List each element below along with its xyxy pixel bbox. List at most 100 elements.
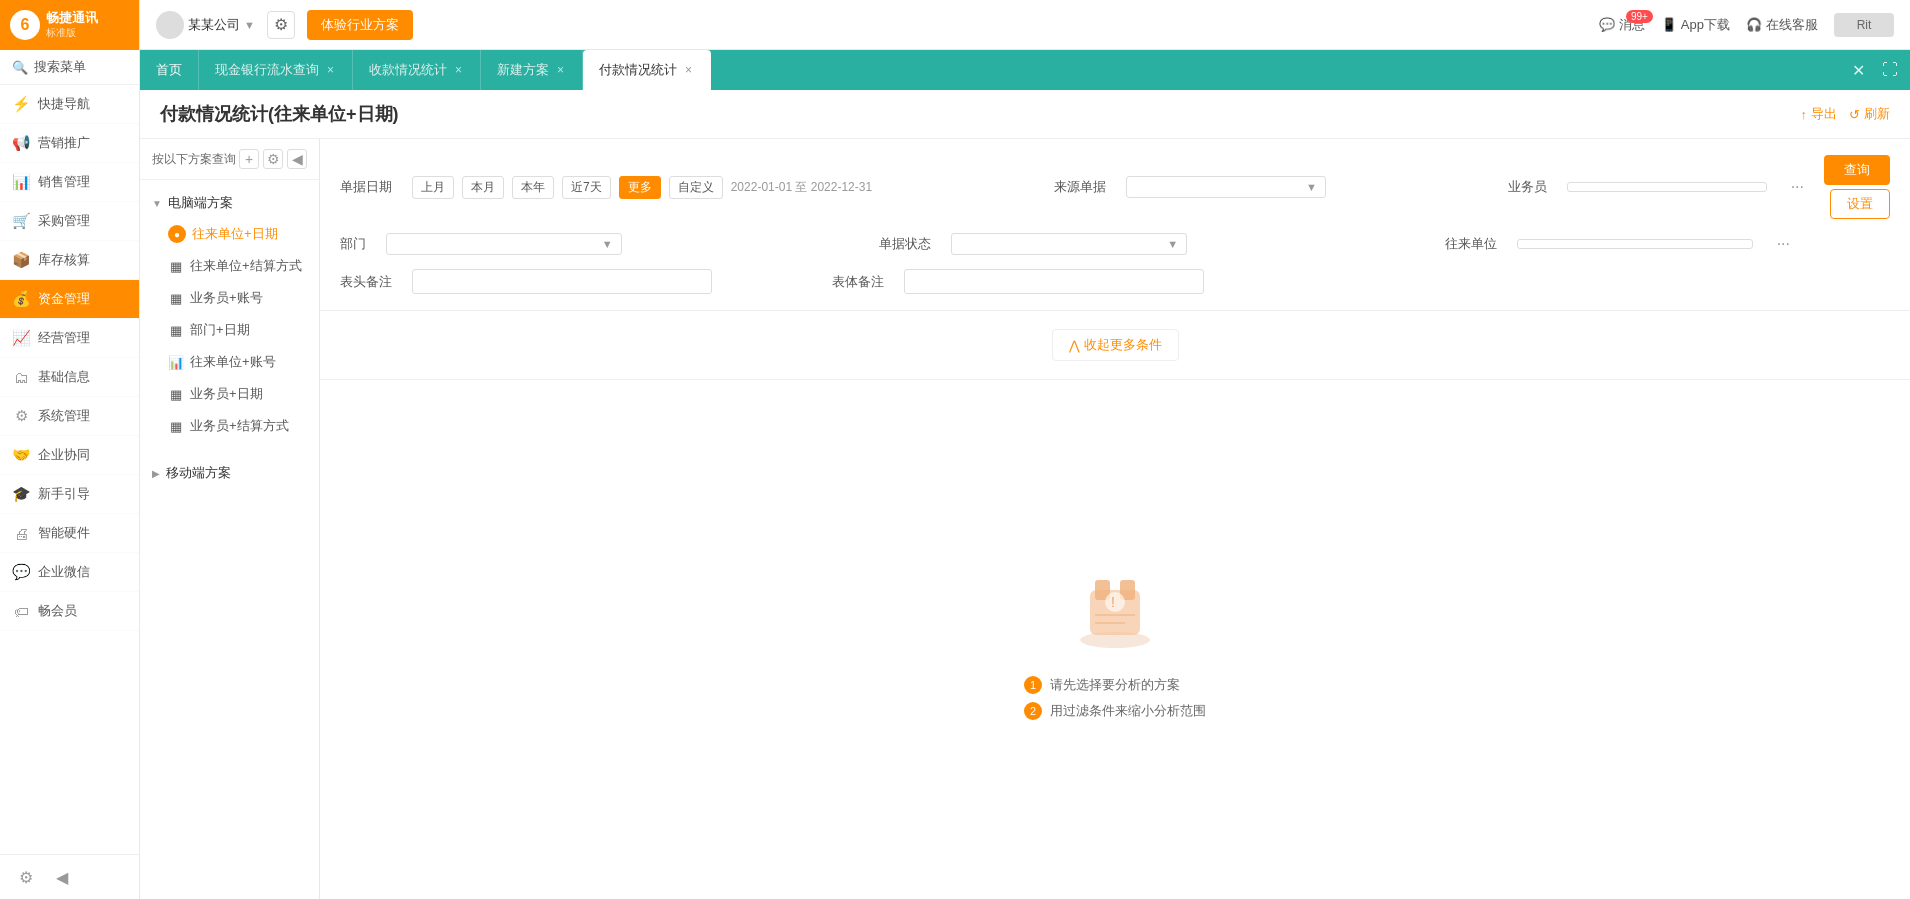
tab-payment-detail[interactable]: 付款情况统计 × [583, 50, 711, 90]
sidebar: 6 畅捷通讯 标准版 🔍 搜索菜单 ⚡ 快捷导航 📢 营销推广 📊 销售管理 🛒… [0, 0, 140, 899]
scheme-item-icon: ▦ [168, 386, 184, 402]
scheme-item-label: 往来单位+账号 [190, 353, 276, 371]
date-option-last7days[interactable]: 近7天 [562, 176, 611, 199]
sidebar-item-wechat[interactable]: 💬 企业微信 [0, 553, 139, 592]
query-btn[interactable]: 查询 [1824, 155, 1890, 185]
date-option-last-month[interactable]: 上月 [412, 176, 454, 199]
export-btn[interactable]: ↑ 导出 [1801, 105, 1838, 123]
scheme-settings-btn[interactable]: ⚙ [263, 149, 283, 169]
header-note-input[interactable] [412, 269, 712, 294]
scheme-item-staff-settlement[interactable]: ▦ 业务员+结算方式 [140, 410, 319, 442]
scheme-group-desktop: ▼ 电脑端方案 ● 往来单位+日期 ▦ 往来单位+结算方式 ▦ 业务员+账号 [140, 180, 319, 450]
collapse-conditions-btn[interactable]: ⋀ 收起更多条件 [1052, 329, 1179, 361]
scheme-item-label: 业务员+账号 [190, 289, 263, 307]
quick-nav-icon: ⚡ [12, 95, 30, 113]
filter-form: 单据日期 上月 本月 本年 近7天 更多 自定义 2022-01-01 至 20… [320, 139, 1910, 311]
chevron-down-icon: ▼ [244, 19, 255, 31]
home-tab-label: 首页 [156, 61, 182, 79]
sidebar-item-purchase[interactable]: 🛒 采购管理 [0, 202, 139, 241]
header-right: 💬 消息 99+ 📱 App下载 🎧 在线客服 Rit [1599, 13, 1894, 37]
collapse-up-icon: ⋀ [1069, 338, 1080, 353]
header-settings-icon[interactable]: ⚙ [267, 11, 295, 39]
date-option-this-year[interactable]: 本年 [512, 176, 554, 199]
user-avatar-area[interactable]: 某某公司 ▼ [156, 11, 255, 39]
date-option-custom[interactable]: 自定义 [669, 176, 723, 199]
logo-icon: 6 [10, 10, 40, 40]
staff-select[interactable] [1567, 182, 1767, 192]
user-menu-btn[interactable]: Rit [1834, 13, 1894, 37]
sidebar-nav: ⚡ 快捷导航 📢 营销推广 📊 销售管理 🛒 采购管理 📦 库存核算 💰 资金管… [0, 85, 139, 854]
sidebar-item-label: 畅会员 [38, 602, 77, 620]
empty-illustration: ! [1065, 560, 1165, 660]
sidebar-search[interactable]: 🔍 搜索菜单 [0, 50, 139, 85]
scheme-item-label: 往来单位+结算方式 [190, 257, 302, 275]
scheme-header-actions: + ⚙ ◀ [239, 149, 307, 169]
sidebar-item-finance[interactable]: 💰 资金管理 [0, 280, 139, 319]
scheme-item-staff-date[interactable]: ▦ 业务员+日期 [140, 378, 319, 410]
refresh-btn[interactable]: ↺ 刷新 [1849, 105, 1890, 123]
sidebar-item-enterprise[interactable]: 🤝 企业协同 [0, 436, 139, 475]
sidebar-item-system[interactable]: ⚙ 系统管理 [0, 397, 139, 436]
sidebar-item-sales[interactable]: 📊 销售管理 [0, 163, 139, 202]
scheme-item-unit-settlement[interactable]: ▦ 往来单位+结算方式 [140, 250, 319, 282]
tip-2-text: 用过滤条件来缩小分析范围 [1050, 702, 1206, 720]
scheme-group-desktop-toggle[interactable]: ▼ 电脑端方案 [140, 188, 319, 218]
partner-more-icon[interactable]: ··· [1777, 235, 1790, 253]
logo-name: 畅捷通讯 [46, 10, 98, 26]
sidebar-item-inventory[interactable]: 📦 库存核算 [0, 241, 139, 280]
messages-btn[interactable]: 💬 消息 99+ [1599, 16, 1645, 34]
staff-more-icon[interactable]: ··· [1791, 178, 1804, 196]
new-scheme-label: 新建方案 [497, 61, 549, 79]
scheme-collapse-btn[interactable]: ◀ [287, 149, 307, 169]
app-download-label: App下载 [1681, 16, 1730, 34]
tab-close-bank-flow[interactable]: × [325, 61, 336, 79]
filter-row-3: 表头备注 表体备注 [340, 269, 1890, 294]
tab-close-all-btn[interactable]: ✕ [1846, 58, 1870, 82]
chevron-down-icon: ▼ [1306, 181, 1317, 193]
sidebar-item-marketing[interactable]: 📢 营销推广 [0, 124, 139, 163]
sidebar-settings-icon[interactable]: ⚙ [12, 863, 40, 891]
tab-bar: 首页 现金银行流水查询 × 收款情况统计 × 新建方案 × 付款情况统计 × ✕… [140, 50, 1910, 90]
sidebar-item-basic-info[interactable]: 🗂 基础信息 [0, 358, 139, 397]
sidebar-item-label: 系统管理 [38, 407, 90, 425]
app-download-btn[interactable]: 📱 App下载 [1661, 16, 1730, 34]
scheme-add-btn[interactable]: + [239, 149, 259, 169]
sidebar-item-operation[interactable]: 📈 经营管理 [0, 319, 139, 358]
tab-home[interactable]: 首页 [140, 50, 199, 90]
inventory-icon: 📦 [12, 251, 30, 269]
online-service-btn[interactable]: 🎧 在线客服 [1746, 16, 1818, 34]
scheme-group-mobile-toggle[interactable]: ▶ 移动端方案 [140, 458, 319, 488]
partner-select[interactable] [1517, 239, 1753, 249]
sidebar-item-guide[interactable]: 🎓 新手引导 [0, 475, 139, 514]
tab-payment-stats[interactable]: 收款情况统计 × [353, 50, 481, 90]
filter-settings-btn[interactable]: 设置 [1830, 189, 1890, 219]
tip-number-1: 1 [1024, 676, 1042, 694]
date-option-this-month[interactable]: 本月 [462, 176, 504, 199]
tab-close-payment-detail[interactable]: × [683, 61, 694, 79]
sidebar-item-quick-nav[interactable]: ⚡ 快捷导航 [0, 85, 139, 124]
tab-close-payment-stats[interactable]: × [453, 61, 464, 79]
dept-select[interactable]: ▼ [386, 233, 622, 255]
chart-icon: 📊 [168, 354, 184, 370]
scheme-item-unit-date[interactable]: ● 往来单位+日期 [140, 218, 319, 250]
tab-fullscreen-btn[interactable]: ⛶ [1878, 58, 1902, 82]
payment-detail-label: 付款情况统计 [599, 61, 677, 79]
sidebar-item-member[interactable]: 🏷 畅会员 [0, 592, 139, 631]
tab-close-new-scheme[interactable]: × [555, 61, 566, 79]
system-icon: ⚙ [12, 407, 30, 425]
body-note-input[interactable] [904, 269, 1204, 294]
sidebar-item-smart-hw[interactable]: 🖨 智能硬件 [0, 514, 139, 553]
doc-status-select[interactable]: ▼ [951, 233, 1187, 255]
empty-tip-1: 1 请先选择要分析的方案 [1024, 676, 1206, 694]
purchase-icon: 🛒 [12, 212, 30, 230]
source-select[interactable]: ▼ [1126, 176, 1326, 198]
scheme-item-staff-account[interactable]: ▦ 业务员+账号 [140, 282, 319, 314]
date-option-more[interactable]: 更多 [619, 176, 661, 199]
tab-new-scheme[interactable]: 新建方案 × [481, 50, 583, 90]
scheme-item-unit-account[interactable]: 📊 往来单位+账号 [140, 346, 319, 378]
export-icon: ↑ [1801, 107, 1808, 122]
scheme-item-dept-date[interactable]: ▦ 部门+日期 [140, 314, 319, 346]
sidebar-collapse-icon[interactable]: ◀ [48, 863, 76, 891]
trial-btn[interactable]: 体验行业方案 [307, 10, 413, 40]
tab-bank-flow[interactable]: 现金银行流水查询 × [199, 50, 353, 90]
